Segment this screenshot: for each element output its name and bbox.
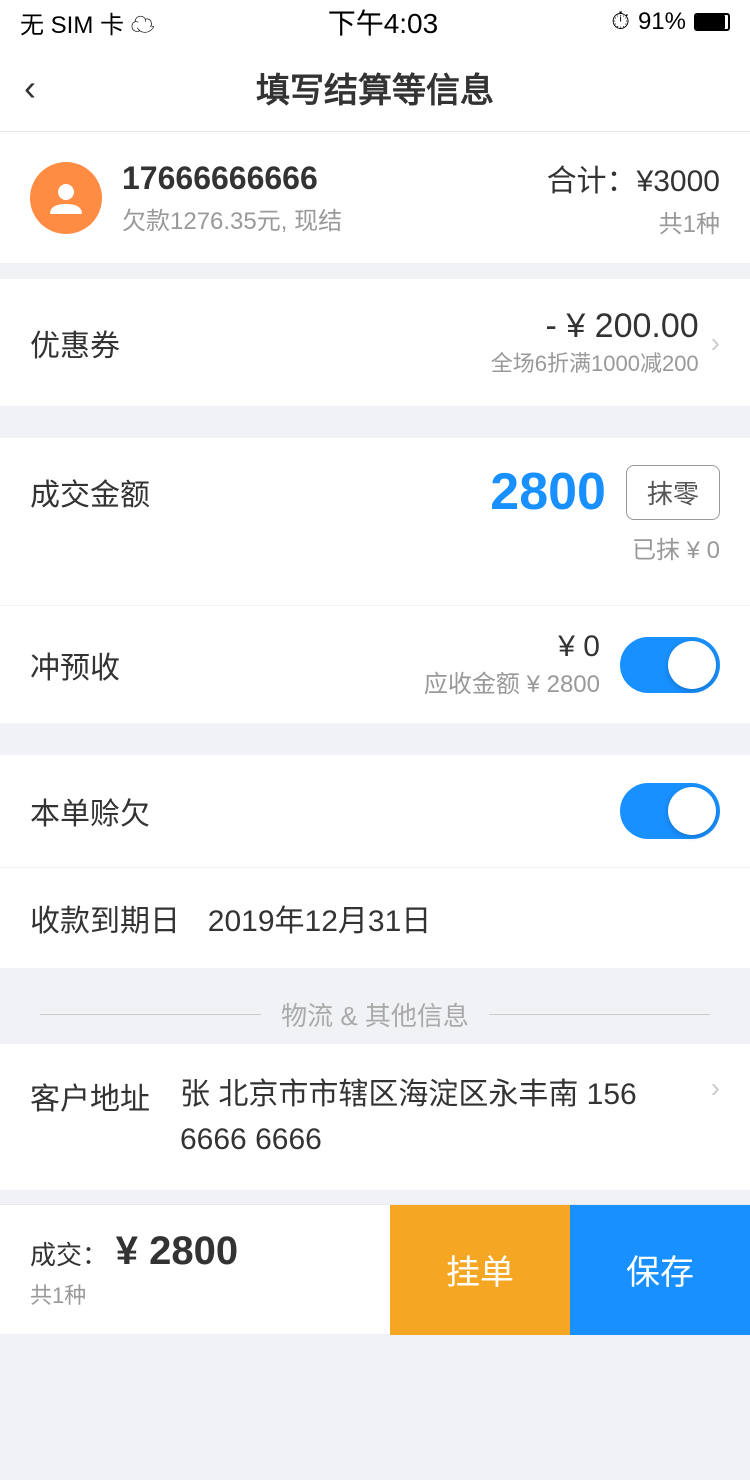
coupon-amount: - ¥ 200.00 xyxy=(491,307,699,346)
customer-debt: 欠款1276.35元, 现结 xyxy=(122,201,342,236)
coupon-label: 优惠券 xyxy=(30,321,120,365)
save-button[interactable]: 保存 xyxy=(570,1205,750,1335)
status-right: ⏱ 91% xyxy=(611,8,730,36)
status-left: 无 SIM 卡 ☁ xyxy=(20,5,155,40)
prereceive-label: 冲预收 xyxy=(30,643,120,687)
deferred-section: 本单赊欠 xyxy=(0,755,750,867)
deferred-toggle-knob xyxy=(668,787,716,835)
round-button[interactable]: 抹零 xyxy=(626,465,720,520)
sim-status: 无 SIM 卡 ☁ xyxy=(20,5,155,40)
battery-icon: ⏱ xyxy=(611,8,630,36)
prereceive-toggle[interactable] xyxy=(620,637,720,693)
deferred-toggle[interactable] xyxy=(620,783,720,839)
hold-button[interactable]: 挂单 xyxy=(390,1205,570,1335)
battery-level: 91% xyxy=(638,8,686,36)
coupon-right: - ¥ 200.00 全场6折满1000减200 › xyxy=(491,307,720,378)
prereceive-right: ¥ 0 应收金额 ¥ 2800 xyxy=(424,630,720,699)
logistics-label: 物流 & 其他信息 xyxy=(281,996,469,1033)
coupon-section[interactable]: 优惠券 - ¥ 200.00 全场6折满1000减200 › xyxy=(0,279,750,406)
toggle-knob xyxy=(668,641,716,689)
duedate-value: 2019年12月31日 xyxy=(208,905,431,938)
amount-value: 2800 xyxy=(490,462,606,522)
customer-section: 17666666666 欠款1276.35元, 现结 合计：¥3000 共1种 xyxy=(0,132,750,263)
chevron-right-icon: › xyxy=(711,327,720,359)
address-value: 张 北京市市辖区海淀区永丰南 156 6666 6666 xyxy=(180,1072,699,1162)
coupon-desc: 全场6折满1000减200 xyxy=(491,346,699,378)
prereceive-sub-amount: 应收金额 ¥ 2800 xyxy=(424,664,600,699)
amount-section: 成交金额 2800 抹零 已抹 ¥ 0 xyxy=(0,438,750,605)
bottom-bar: 成交： ¥ 2800 共1种 挂单 保存 xyxy=(0,1204,750,1334)
duedate-section: 收款到期日 2019年12月31日 xyxy=(0,867,750,968)
bottom-deal-row: 成交： ¥ 2800 xyxy=(30,1229,360,1274)
logistics-divider: 物流 & 其他信息 xyxy=(0,996,750,1033)
amount-sub-text: 已抹 ¥ 0 xyxy=(30,530,720,565)
separator-2 xyxy=(0,723,750,739)
back-button[interactable]: ‹ xyxy=(24,67,36,109)
amount-value-wrap: 2800 抹零 xyxy=(490,462,720,522)
customer-count: 共1种 xyxy=(547,204,720,239)
customer-left: 17666666666 欠款1276.35元, 现结 xyxy=(30,160,342,236)
prereceive-amount: ¥ 0 应收金额 ¥ 2800 xyxy=(424,630,600,699)
customer-right: 合计：¥3000 共1种 xyxy=(547,156,720,239)
bottom-summary: 成交： ¥ 2800 共1种 xyxy=(0,1229,390,1310)
address-section[interactable]: 客户地址 张 北京市市辖区海淀区永丰南 156 6666 6666 › xyxy=(0,1044,750,1190)
prereceive-section: 冲预收 ¥ 0 应收金额 ¥ 2800 xyxy=(0,605,750,723)
duedate-label: 收款到期日 xyxy=(30,905,180,938)
divider-line-left xyxy=(40,1014,261,1015)
avatar xyxy=(30,162,102,234)
bottom-deal-count: 共1种 xyxy=(30,1278,360,1310)
address-chevron-icon: › xyxy=(711,1072,720,1104)
bottom-deal-label: 成交： xyxy=(30,1240,108,1270)
customer-phone: 17666666666 xyxy=(122,160,342,197)
prereceive-row: 冲预收 ¥ 0 应收金额 ¥ 2800 xyxy=(30,630,720,699)
customer-total: 合计：¥3000 xyxy=(547,156,720,200)
prereceive-main-amount: ¥ 0 xyxy=(424,630,600,664)
battery-bar xyxy=(694,13,730,31)
page-title: 填写结算等信息 xyxy=(256,63,494,112)
logistics-separator: 物流 & 其他信息 xyxy=(0,984,750,1044)
deferred-label: 本单赊欠 xyxy=(30,789,150,833)
nav-bar: ‹ 填写结算等信息 xyxy=(0,44,750,132)
status-bar: 无 SIM 卡 ☁ 下午4:03 ⏱ 91% xyxy=(0,0,750,44)
status-time: 下午4:03 xyxy=(328,2,439,42)
customer-info: 17666666666 欠款1276.35元, 现结 xyxy=(122,160,342,236)
amount-row: 成交金额 2800 抹零 xyxy=(30,462,720,522)
separator-1 xyxy=(0,422,750,438)
address-label: 客户地址 xyxy=(30,1072,150,1118)
bottom-deal-amount: ¥ 2800 xyxy=(116,1229,238,1273)
amount-label: 成交金额 xyxy=(30,470,150,514)
divider-line-right xyxy=(489,1014,710,1015)
